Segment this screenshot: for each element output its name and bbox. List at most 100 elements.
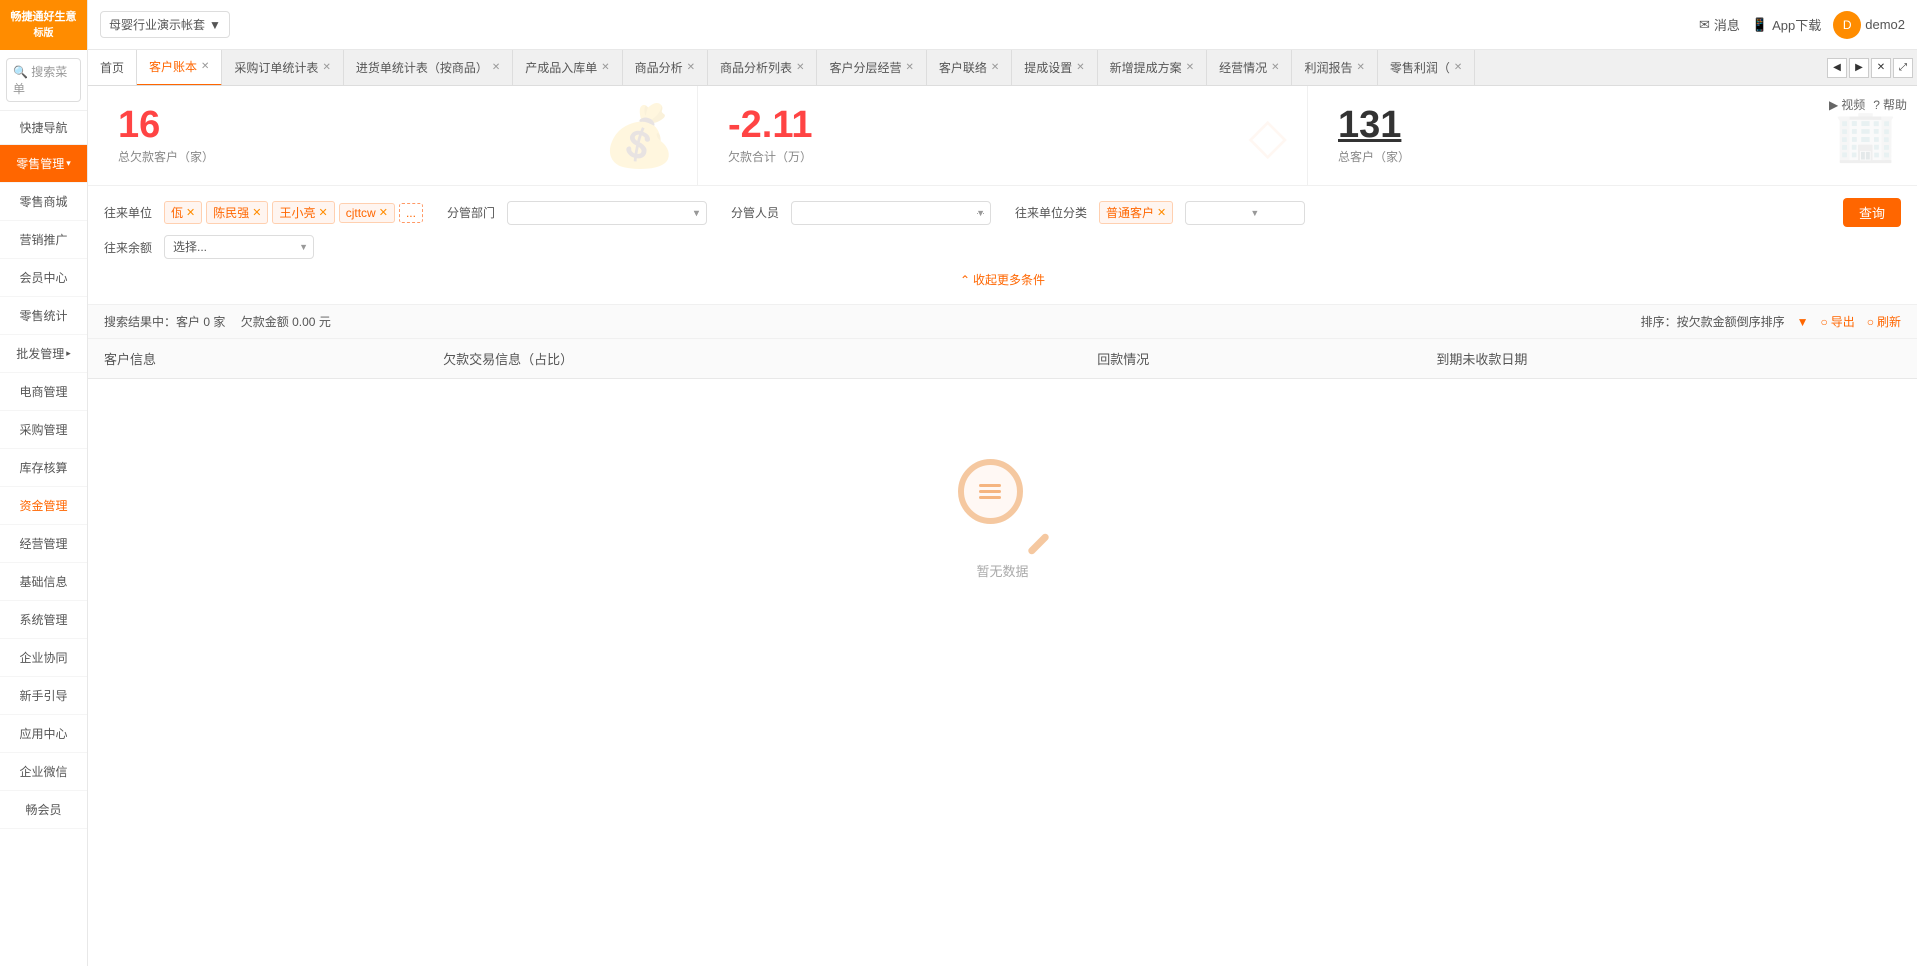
query-button[interactable]: 查询 — [1843, 198, 1901, 227]
sidebar-item-system[interactable]: 系统管理 — [0, 601, 87, 639]
tab-business-status[interactable]: 经营情况✕ — [1207, 50, 1292, 86]
quick-nav[interactable]: 快捷导航 — [0, 111, 87, 145]
sidebar-item-basic[interactable]: 基础信息 — [0, 563, 87, 601]
unit-tag-2-remove[interactable]: ✕ — [252, 206, 261, 219]
sidebar-item-new-guide[interactable]: 新手引导 — [0, 677, 87, 715]
tab-purchase-order[interactable]: 采购订单统计表 ✕ — [222, 50, 343, 86]
help-button[interactable]: ? 帮助 — [1873, 96, 1907, 113]
sidebar-search-area[interactable]: 🔍 搜索菜单 — [0, 50, 87, 111]
unit-class-select-wrapper[interactable] — [1185, 201, 1265, 225]
tab-label-new-commission: 新增提成方案 — [1110, 59, 1182, 76]
tab-goods-analysis-list[interactable]: 商品分析列表✕ — [708, 50, 817, 86]
sidebar-item-wholesale[interactable]: 批发管理▸ — [0, 335, 87, 373]
unit-tag-3[interactable]: 王小亮 ✕ — [272, 201, 334, 224]
tab-commission-settings[interactable]: 提成设置✕ — [1012, 50, 1097, 86]
balance-select[interactable]: 选择... — [164, 235, 314, 259]
export-button[interactable]: ○ 导出 — [1820, 313, 1854, 330]
doc-lines — [979, 484, 1001, 499]
unit-tag-4-label: cjttcw — [346, 206, 376, 220]
unit-tag-4[interactable]: cjttcw ✕ — [339, 203, 395, 223]
unit-class-tag-1-remove[interactable]: ✕ — [1157, 206, 1166, 219]
tab-label-purchase-order: 采购订单统计表 — [234, 59, 318, 76]
sidebar-item-app-center[interactable]: 应用中心 — [0, 715, 87, 753]
unit-class-tag-1[interactable]: 普通客户 ✕ — [1099, 201, 1173, 224]
unit-class-select[interactable] — [1185, 201, 1305, 225]
collapse-button[interactable]: ⌃ 收起更多条件 — [960, 271, 1045, 288]
tab-purchase-stats[interactable]: 进货单统计表（按商品） ✕ — [344, 50, 513, 86]
tab-prev-button[interactable]: ◀ — [1827, 58, 1847, 78]
sidebar-item-vip-member[interactable]: 畅会员 — [0, 791, 87, 829]
tab-goods-analysis[interactable]: 商品分析 ✕ — [623, 50, 708, 86]
account-selector[interactable]: 母婴行业演示帐套 ▼ — [100, 11, 230, 38]
tab-customer-contact[interactable]: 客户联络✕ — [927, 50, 1012, 86]
sidebar-item-member[interactable]: 会员中心 — [0, 259, 87, 297]
search-icon: 🔍 — [13, 65, 28, 79]
tab-retail-profit[interactable]: 零售利润（ ✕ — [1378, 50, 1475, 86]
tab-close-customer-segment[interactable]: ✕ — [905, 62, 913, 73]
empty-text: 暂无数据 — [976, 561, 1028, 580]
unit-tag-1[interactable]: 佤 ✕ — [164, 201, 202, 224]
dept-input[interactable] — [507, 201, 707, 225]
sidebar-item-enterprise-coop[interactable]: 企业协同 — [0, 639, 87, 677]
stat-label-debt: 欠款合计（万） — [728, 148, 812, 165]
debt-value: 0.00 — [292, 315, 315, 329]
tab-product-instock[interactable]: 产成品入库单✕ — [513, 50, 622, 86]
tab-close-commission-settings[interactable]: ✕ — [1076, 62, 1084, 73]
tab-close-goods-analysis[interactable]: ✕ — [687, 62, 695, 73]
tab-label-purchase-stats: 进货单统计表（按商品） — [356, 59, 488, 76]
help-label: 帮助 — [1883, 96, 1907, 113]
sidebar-item-retail-mall[interactable]: 零售商城 — [0, 183, 87, 221]
tab-close-purchase-order[interactable]: ✕ — [322, 62, 330, 73]
tab-close-profit-report[interactable]: ✕ — [1357, 62, 1365, 73]
tab-close-purchase-stats[interactable]: ✕ — [492, 62, 500, 73]
unit-tags-more[interactable]: ... — [399, 203, 423, 223]
message-button[interactable]: ✉ 消息 — [1699, 15, 1740, 34]
unit-filter-label: 往来单位 — [104, 204, 152, 221]
tab-close-customer-contact[interactable]: ✕ — [991, 62, 999, 73]
stat-icon-customers: 💰 — [602, 100, 677, 171]
sidebar-item-ecommerce[interactable]: 电商管理 — [0, 373, 87, 411]
tab-home[interactable]: 首页 — [88, 50, 137, 86]
dept-select-wrapper[interactable]: ▼ — [507, 201, 707, 225]
tab-customer-segment[interactable]: 客户分层经营✕ — [817, 50, 926, 86]
tab-profit-report[interactable]: 利润报告✕ — [1292, 50, 1377, 86]
sidebar-item-operations[interactable]: 经营管理 — [0, 525, 87, 563]
unit-tag-3-remove[interactable]: ✕ — [319, 206, 328, 219]
tab-close-all-button[interactable]: ✕ — [1871, 58, 1891, 78]
tab-customer-ledger[interactable]: 客户账本✕ — [137, 50, 222, 86]
sidebar-item-retail[interactable]: 零售管理▾ — [0, 145, 87, 183]
tab-close-goods-analysis-list[interactable]: ✕ — [796, 62, 804, 73]
user-profile[interactable]: D demo2 — [1833, 11, 1905, 39]
doc-line-1 — [979, 484, 1001, 487]
tab-new-commission[interactable]: 新增提成方案 ✕ — [1098, 50, 1207, 86]
sidebar-item-enterprise-wechat[interactable]: 企业微信 — [0, 753, 87, 791]
unit-tag-4-remove[interactable]: ✕ — [379, 206, 388, 219]
tab-close-business-status[interactable]: ✕ — [1271, 62, 1279, 73]
refresh-icon: ○ — [1867, 315, 1874, 329]
sidebar-item-finance[interactable]: 资金管理 — [0, 487, 87, 525]
balance-select-wrapper[interactable]: 选择... — [164, 235, 314, 259]
app-download-button[interactable]: 📱 App下载 — [1752, 15, 1821, 34]
person-select-wrapper[interactable]: ··· — [791, 201, 991, 225]
unit-tag-3-label: 王小亮 — [279, 204, 315, 221]
tab-label-retail-profit: 零售利润（ — [1390, 59, 1450, 76]
tab-close-customer-ledger[interactable]: ✕ — [201, 61, 209, 72]
search-menu-button[interactable]: 🔍 搜索菜单 — [6, 58, 81, 102]
sidebar-item-purchase[interactable]: 采购管理 — [0, 411, 87, 449]
sidebar-item-inventory[interactable]: 库存核算 — [0, 449, 87, 487]
unit-filter-tags: 佤 ✕ 陈民强 ✕ 王小亮 ✕ cjttcw ✕ ... — [164, 201, 423, 224]
tab-expand-button[interactable]: ⤢ — [1893, 58, 1913, 78]
tab-next-button[interactable]: ▶ — [1849, 58, 1869, 78]
magnifier-handle — [1026, 532, 1049, 555]
tab-close-retail-profit[interactable]: ✕ — [1454, 62, 1462, 73]
sidebar-item-marketing[interactable]: 营销推广 — [0, 221, 87, 259]
person-input[interactable] — [791, 201, 991, 225]
tab-label-goods-analysis: 商品分析 — [635, 59, 683, 76]
tab-close-new-commission[interactable]: ✕ — [1186, 62, 1194, 73]
video-button[interactable]: ▶ 视频 — [1829, 96, 1865, 113]
sidebar-item-retail-stats[interactable]: 零售统计 — [0, 297, 87, 335]
unit-tag-1-remove[interactable]: ✕ — [186, 206, 195, 219]
refresh-button[interactable]: ○ 刷新 — [1867, 313, 1901, 330]
tab-close-product-instock[interactable]: ✕ — [601, 62, 609, 73]
unit-tag-2[interactable]: 陈民强 ✕ — [206, 201, 268, 224]
